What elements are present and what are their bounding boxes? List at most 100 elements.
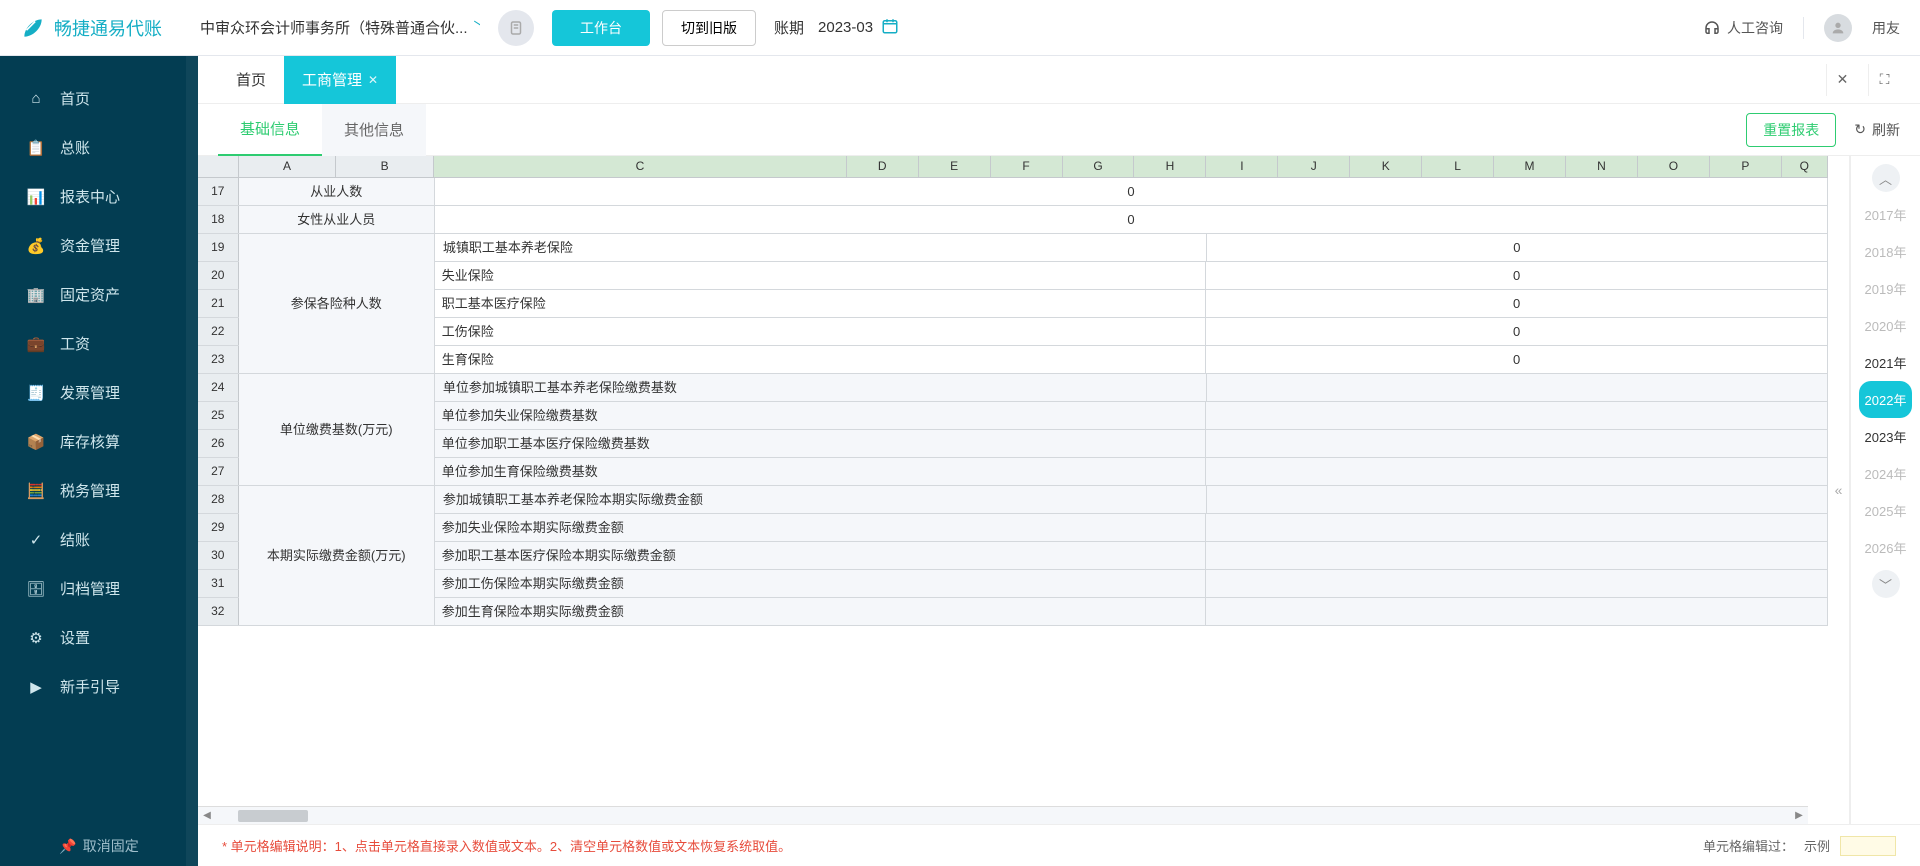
row-header[interactable]: 19 <box>198 234 239 261</box>
tab-business-admin[interactable]: 工商管理 ✕ <box>284 56 396 104</box>
col-header-Q[interactable]: Q <box>1782 156 1828 177</box>
col-header-C[interactable]: C <box>434 156 847 177</box>
cell[interactable]: 0 <box>435 178 1828 205</box>
cell[interactable]: 参加城镇职工基本养老保险本期实际缴费金额 <box>435 486 1207 513</box>
cell[interactable]: 0 <box>1206 346 1828 373</box>
col-header-F[interactable]: F <box>991 156 1063 177</box>
cell-group-label[interactable]: 参保各险种人数 <box>239 234 435 374</box>
year-2019年[interactable]: 2019年 <box>1859 270 1913 307</box>
reset-report-button[interactable]: 重置报表 <box>1746 113 1836 147</box>
cell[interactable]: 参加生育保险本期实际缴费金额 <box>434 598 1207 625</box>
year-2017年[interactable]: 2017年 <box>1859 196 1913 233</box>
close-icon[interactable]: ✕ <box>368 73 378 87</box>
calendar-icon[interactable] <box>881 17 899 38</box>
sidebar-item-2[interactable]: 📊报表中心 <box>0 172 198 221</box>
col-header-N[interactable]: N <box>1566 156 1638 177</box>
sidebar-item-5[interactable]: 💼工资 <box>0 319 198 368</box>
row-header[interactable]: 20 <box>198 262 239 289</box>
cell[interactable]: 0 <box>1207 234 1828 261</box>
year-2024年[interactable]: 2024年 <box>1859 455 1913 492</box>
row-header[interactable]: 30 <box>198 542 239 569</box>
col-header-D[interactable]: D <box>847 156 919 177</box>
subtab-basic-info[interactable]: 基础信息 <box>218 104 322 156</box>
row-header[interactable]: 21 <box>198 290 239 317</box>
col-header-P[interactable]: P <box>1710 156 1782 177</box>
unpin-sidebar[interactable]: 📌 取消固定 <box>0 836 198 856</box>
row-header[interactable]: 26 <box>198 430 239 457</box>
row-header[interactable]: 32 <box>198 598 239 625</box>
cell[interactable]: 0 <box>1206 318 1828 345</box>
fullscreen-icon[interactable]: ⛶ <box>1868 64 1900 96</box>
cell[interactable]: 参加职工基本医疗保险本期实际缴费金额 <box>434 542 1207 569</box>
row-header[interactable]: 25 <box>198 402 239 429</box>
sidebar-item-10[interactable]: 🗄归档管理 <box>0 564 198 613</box>
cell[interactable] <box>1206 598 1828 625</box>
cell[interactable]: 参加失业保险本期实际缴费金额 <box>434 514 1207 541</box>
cell[interactable]: 单位参加职工基本医疗保险缴费基数 <box>434 430 1207 457</box>
cell[interactable]: 工伤保险 <box>434 318 1207 345</box>
col-header-A[interactable]: A <box>239 156 337 177</box>
row-header[interactable]: 28 <box>198 486 239 513</box>
year-2021年[interactable]: 2021年 <box>1859 344 1913 381</box>
switch-old-button[interactable]: 切到旧版 <box>662 10 756 46</box>
cell[interactable]: 单位参加生育保险缴费基数 <box>434 458 1207 485</box>
row-header[interactable]: 24 <box>198 374 239 401</box>
col-header-B[interactable]: B <box>336 156 434 177</box>
col-header-L[interactable]: L <box>1422 156 1494 177</box>
scroll-thumb[interactable] <box>238 810 308 822</box>
row-header[interactable]: 27 <box>198 458 239 485</box>
year-2025年[interactable]: 2025年 <box>1859 492 1913 529</box>
cell[interactable] <box>1206 514 1828 541</box>
cell-group-label[interactable]: 本期实际缴费金额(万元) <box>239 486 435 626</box>
year-2026年[interactable]: 2026年 <box>1859 529 1913 566</box>
scroll-left-arrow[interactable]: ◀ <box>198 807 216 825</box>
sidebar-item-9[interactable]: ✓结账 <box>0 515 198 564</box>
cell[interactable] <box>1206 430 1828 457</box>
subtab-other-info[interactable]: 其他信息 <box>322 104 426 156</box>
tab-home[interactable]: 首页 <box>218 56 284 104</box>
year-2018年[interactable]: 2018年 <box>1859 233 1913 270</box>
col-header-O[interactable]: O <box>1638 156 1710 177</box>
cell[interactable]: 单位参加失业保险缴费基数 <box>434 402 1207 429</box>
year-2020年[interactable]: 2020年 <box>1859 307 1913 344</box>
cell[interactable] <box>1207 374 1828 401</box>
row-header[interactable]: 23 <box>198 346 239 373</box>
cell[interactable] <box>1206 402 1828 429</box>
cell[interactable] <box>1207 486 1828 513</box>
cell[interactable] <box>1206 458 1828 485</box>
col-header-M[interactable]: M <box>1494 156 1566 177</box>
cell[interactable]: 从业人数 <box>239 178 435 205</box>
sidebar-item-8[interactable]: 🧮税务管理 <box>0 466 198 515</box>
support-link[interactable]: 人工咨询 <box>1703 18 1783 38</box>
horizontal-scrollbar[interactable]: ◀ ▶ <box>198 806 1808 824</box>
year-2023年[interactable]: 2023年 <box>1859 418 1913 455</box>
row-header[interactable]: 17 <box>198 178 239 205</box>
row-header[interactable]: 31 <box>198 570 239 597</box>
workbench-button[interactable]: 工作台 <box>552 10 650 46</box>
collapse-year-panel[interactable]: « <box>1828 156 1850 824</box>
sidebar-scrollbar[interactable] <box>186 56 198 866</box>
year-2022年[interactable]: 2022年 <box>1859 381 1913 418</box>
row-header[interactable]: 22 <box>198 318 239 345</box>
refresh-button[interactable]: ↻ 刷新 <box>1854 120 1900 140</box>
row-header[interactable]: 18 <box>198 206 239 233</box>
cell-group-label[interactable]: 单位缴费基数(万元) <box>239 374 435 486</box>
sidebar-item-1[interactable]: 📋总账 <box>0 123 198 172</box>
sidebar-item-3[interactable]: 💰资金管理 <box>0 221 198 270</box>
cell[interactable] <box>1206 542 1828 569</box>
cell[interactable]: 职工基本医疗保险 <box>434 290 1207 317</box>
cell[interactable]: 生育保险 <box>434 346 1207 373</box>
sidebar-item-0[interactable]: ⌂首页 <box>0 74 198 123</box>
cell[interactable]: 女性从业人员 <box>239 206 435 233</box>
col-header-G[interactable]: G <box>1063 156 1135 177</box>
col-header-K[interactable]: K <box>1350 156 1422 177</box>
org-selector[interactable]: 中审众环会计师事务所（特殊普通合伙... ﹀ <box>200 17 480 38</box>
cell[interactable]: 失业保险 <box>434 262 1207 289</box>
cell[interactable]: 0 <box>1206 262 1828 289</box>
year-scroll-down[interactable]: ﹀ <box>1872 570 1900 598</box>
cell[interactable]: 0 <box>1206 290 1828 317</box>
col-header-E[interactable]: E <box>919 156 991 177</box>
cell[interactable]: 0 <box>435 206 1828 233</box>
sidebar-item-7[interactable]: 📦库存核算 <box>0 417 198 466</box>
cell[interactable]: 城镇职工基本养老保险 <box>435 234 1207 261</box>
